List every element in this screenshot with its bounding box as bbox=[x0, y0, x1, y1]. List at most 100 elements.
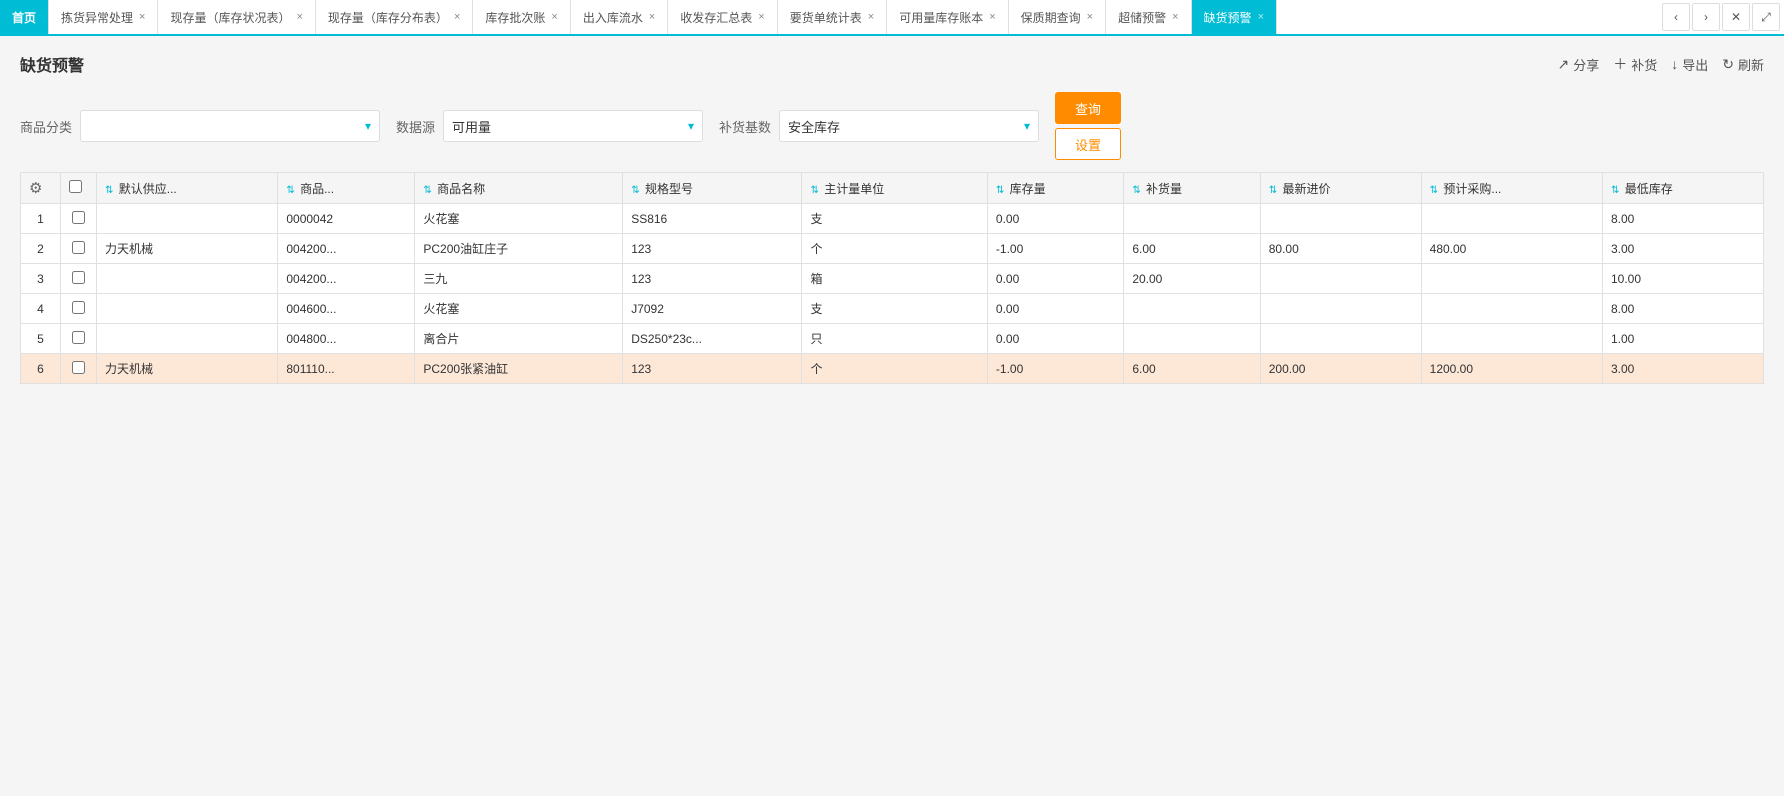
nav-tab-8[interactable]: 可用量库存账本× bbox=[887, 0, 1008, 34]
latest_price-cell-4 bbox=[1260, 324, 1421, 354]
nav-tab-2[interactable]: 现存量（库存状况表）× bbox=[158, 0, 315, 34]
restock-cell-0 bbox=[1124, 204, 1260, 234]
refresh-label: 刷新 bbox=[1738, 55, 1764, 74]
tab-close-9[interactable]: × bbox=[1087, 11, 1093, 23]
restock-action[interactable]: ＋ 补货 bbox=[1613, 54, 1657, 74]
supplier-cell-4 bbox=[97, 324, 278, 354]
min_stock-cell-1: 3.00 bbox=[1603, 234, 1764, 264]
export-label: 导出 bbox=[1682, 55, 1708, 74]
est_purchase-cell-2 bbox=[1421, 264, 1602, 294]
tab-close-11[interactable]: × bbox=[1258, 11, 1264, 23]
supplier-sort-icon: ⇅ bbox=[105, 185, 113, 196]
nav-tab-9[interactable]: 保质期查询× bbox=[1009, 0, 1106, 34]
product_code-cell-5: 801110... bbox=[278, 354, 415, 384]
th-spec[interactable]: ⇅ 规格型号 bbox=[623, 173, 802, 204]
stock-cell-1: -1.00 bbox=[987, 234, 1123, 264]
th-restock[interactable]: ⇅ 补货量 bbox=[1124, 173, 1260, 204]
row-checkbox-cell-4 bbox=[61, 324, 97, 354]
th-latest-price[interactable]: ⇅ 最新进价 bbox=[1260, 173, 1421, 204]
settings-button[interactable]: 设置 bbox=[1055, 128, 1121, 160]
restock-cell-4 bbox=[1124, 324, 1260, 354]
restock-filter-group: 补货基数 安全库存 ▾ bbox=[719, 110, 1039, 142]
refresh-action[interactable]: ↻ 刷新 bbox=[1722, 55, 1764, 74]
datasource-select[interactable]: 可用量 ▾ bbox=[443, 110, 703, 142]
table-row: 4004600...火花塞J7092支0.008.00 bbox=[21, 294, 1764, 324]
share-action[interactable]: ↗ 分享 bbox=[1557, 55, 1599, 74]
th-est-purchase[interactable]: ⇅ 预计采购... bbox=[1421, 173, 1602, 204]
nav-tab-11[interactable]: 缺货预警× bbox=[1192, 0, 1277, 34]
th-supplier[interactable]: ⇅ 默认供应... bbox=[97, 173, 278, 204]
latest_price-cell-5: 200.00 bbox=[1260, 354, 1421, 384]
page-header: 缺货预警 ↗ 分享 ＋ 补货 ↓ 导出 ↻ 刷新 bbox=[20, 52, 1764, 76]
header-actions: ↗ 分享 ＋ 补货 ↓ 导出 ↻ 刷新 bbox=[1557, 54, 1764, 74]
nav-tab-3[interactable]: 现存量（库存分布表）× bbox=[316, 0, 473, 34]
th-stock[interactable]: ⇅ 库存量 bbox=[987, 173, 1123, 204]
nav-next-btn[interactable]: › bbox=[1692, 3, 1720, 31]
row-checkbox-0[interactable] bbox=[72, 211, 85, 224]
tab-close-8[interactable]: × bbox=[989, 11, 995, 23]
th-unit[interactable]: ⇅ 主计量单位 bbox=[802, 173, 987, 204]
supplier-cell-0 bbox=[97, 204, 278, 234]
th-min-stock[interactable]: ⇅ 最低库存 bbox=[1603, 173, 1764, 204]
row-num-5: 6 bbox=[21, 354, 61, 384]
row-checkbox-2[interactable] bbox=[72, 271, 85, 284]
unit-cell-3: 支 bbox=[802, 294, 987, 324]
product_name-cell-0: 火花塞 bbox=[415, 204, 623, 234]
row-checkbox-cell-5 bbox=[61, 354, 97, 384]
settings-gear-icon[interactable]: ⚙ bbox=[29, 180, 42, 197]
query-button[interactable]: 查询 bbox=[1055, 92, 1121, 124]
category-filter-group: 商品分类 ▾ bbox=[20, 110, 380, 142]
tab-close-5[interactable]: × bbox=[649, 11, 655, 23]
tab-close-2[interactable]: × bbox=[296, 11, 302, 23]
row-checkbox-5[interactable] bbox=[72, 361, 85, 374]
table-row: 10000042火花塞SS816支0.008.00 bbox=[21, 204, 1764, 234]
select-all-checkbox[interactable] bbox=[69, 180, 82, 193]
th-product-code[interactable]: ⇅ 商品... bbox=[278, 173, 415, 204]
spec-cell-2: 123 bbox=[623, 264, 802, 294]
row-checkbox-1[interactable] bbox=[72, 241, 85, 254]
stock-cell-3: 0.00 bbox=[987, 294, 1123, 324]
row-checkbox-cell-0 bbox=[61, 204, 97, 234]
th-product-name[interactable]: ⇅ 商品名称 bbox=[415, 173, 623, 204]
nav-tab-0[interactable]: 首页 bbox=[0, 0, 49, 34]
supplier-cell-2 bbox=[97, 264, 278, 294]
nav-tab-10[interactable]: 超储预警× bbox=[1106, 0, 1191, 34]
restock-label: 补货基数 bbox=[719, 117, 771, 136]
product_name-cell-3: 火花塞 bbox=[415, 294, 623, 324]
nav-tab-1[interactable]: 拣货异常处理× bbox=[49, 0, 158, 34]
tab-close-6[interactable]: × bbox=[758, 11, 764, 23]
row-num-3: 4 bbox=[21, 294, 61, 324]
nav-tab-6[interactable]: 收发存汇总表× bbox=[668, 0, 777, 34]
nav-close-btn[interactable]: ✕ bbox=[1722, 3, 1750, 31]
spec-cell-3: J7092 bbox=[623, 294, 802, 324]
tab-close-4[interactable]: × bbox=[551, 11, 557, 23]
latest_price-cell-1: 80.00 bbox=[1260, 234, 1421, 264]
export-action[interactable]: ↓ 导出 bbox=[1671, 55, 1708, 74]
row-checkbox-4[interactable] bbox=[72, 331, 85, 344]
est_purchase-cell-1: 480.00 bbox=[1421, 234, 1602, 264]
spec-sort-icon: ⇅ bbox=[631, 185, 639, 196]
tab-close-10[interactable]: × bbox=[1172, 11, 1178, 23]
restock-select[interactable]: 安全库存 ▾ bbox=[779, 110, 1039, 142]
spec-cell-5: 123 bbox=[623, 354, 802, 384]
nav-tab-5[interactable]: 出入库流水× bbox=[571, 0, 668, 34]
nav-expand-btn[interactable]: ⤢ bbox=[1752, 3, 1780, 31]
tab-close-3[interactable]: × bbox=[454, 11, 460, 23]
tab-close-7[interactable]: × bbox=[868, 11, 874, 23]
spec-cell-4: DS250*23c... bbox=[623, 324, 802, 354]
min_stock-cell-0: 8.00 bbox=[1603, 204, 1764, 234]
est-purchase-sort-icon: ⇅ bbox=[1430, 185, 1438, 196]
row-checkbox-3[interactable] bbox=[72, 301, 85, 314]
min_stock-cell-4: 1.00 bbox=[1603, 324, 1764, 354]
tab-close-1[interactable]: × bbox=[139, 11, 145, 23]
stock-cell-0: 0.00 bbox=[987, 204, 1123, 234]
nav-tab-7[interactable]: 要货单统计表× bbox=[778, 0, 887, 34]
nav-tab-4[interactable]: 库存批次账× bbox=[473, 0, 570, 34]
row-num-4: 5 bbox=[21, 324, 61, 354]
category-label: 商品分类 bbox=[20, 117, 72, 136]
category-select[interactable]: ▾ bbox=[80, 110, 380, 142]
restock-sort-icon: ⇅ bbox=[1132, 185, 1140, 196]
nav-prev-btn[interactable]: ‹ bbox=[1662, 3, 1690, 31]
restock-cell-1: 6.00 bbox=[1124, 234, 1260, 264]
th-supplier-label: 默认供应... bbox=[119, 182, 177, 196]
